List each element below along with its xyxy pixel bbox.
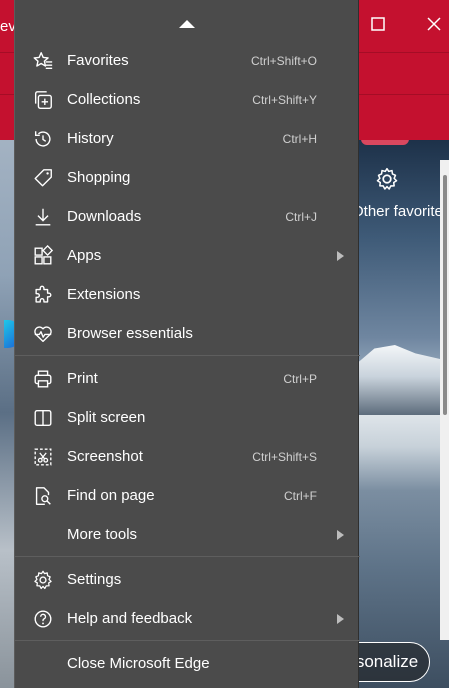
maximize-icon bbox=[371, 17, 385, 31]
menu-divider bbox=[15, 556, 360, 557]
menu-item-split-screen[interactable]: Split screen bbox=[15, 398, 360, 437]
menu-item-shopping[interactable]: Shopping bbox=[15, 158, 360, 197]
find-on-page-icon bbox=[31, 484, 55, 508]
menu-item-more-tools[interactable]: More tools bbox=[15, 515, 360, 554]
screenshot-icon bbox=[31, 445, 55, 469]
menu-item-shortcut: Ctrl+Shift+S bbox=[252, 449, 317, 464]
menu-item-label: Find on page bbox=[67, 487, 155, 504]
menu-item-print[interactable]: Print Ctrl+P bbox=[15, 359, 360, 398]
maximize-button[interactable] bbox=[360, 6, 396, 42]
menu-item-screenshot[interactable]: Screenshot Ctrl+Shift+S bbox=[15, 437, 360, 476]
menu-item-settings[interactable]: Settings bbox=[15, 560, 360, 599]
split-screen-icon bbox=[31, 406, 55, 430]
menu-item-apps[interactable]: Apps bbox=[15, 236, 360, 275]
download-icon bbox=[31, 205, 55, 229]
menu-item-close-microsoft-edge[interactable]: Close Microsoft Edge bbox=[15, 644, 360, 683]
menu-item-label: Extensions bbox=[67, 286, 141, 303]
menu-item-shortcut: Ctrl+J bbox=[285, 209, 317, 224]
gear-icon bbox=[376, 167, 398, 190]
menu-item-shortcut: Ctrl+H bbox=[282, 131, 317, 146]
settings-gear-icon bbox=[31, 568, 55, 592]
history-icon bbox=[31, 127, 55, 151]
menu-item-find-on-page[interactable]: Find on page Ctrl+F bbox=[15, 476, 360, 515]
menu-item-label: Close Microsoft Edge bbox=[67, 655, 210, 672]
submenu-arrow-icon bbox=[337, 613, 344, 624]
menu-item-label: Favorites bbox=[67, 52, 129, 69]
menu-item-shortcut: Ctrl+F bbox=[284, 488, 317, 503]
shopping-tag-icon bbox=[31, 166, 55, 190]
menu-item-label: Print bbox=[67, 370, 98, 387]
menu-item-collections[interactable]: Collections Ctrl+Shift+Y bbox=[15, 80, 360, 119]
submenu-arrow-icon bbox=[337, 250, 344, 261]
print-icon bbox=[31, 367, 55, 391]
extensions-puzzle-icon bbox=[31, 283, 55, 307]
page-settings-button[interactable] bbox=[370, 162, 404, 196]
menu-item-shortcut: Ctrl+Shift+Y bbox=[252, 92, 317, 107]
menu-item-help-and-feedback[interactable]: Help and feedback bbox=[15, 599, 360, 638]
close-icon bbox=[427, 17, 441, 31]
menu-item-shortcut: Ctrl+Shift+O bbox=[250, 53, 317, 68]
menu-item-label: Screenshot bbox=[67, 448, 143, 465]
menu-item-label: Settings bbox=[67, 571, 122, 588]
apps-icon bbox=[31, 244, 55, 268]
page-scrollbar-thumb[interactable] bbox=[443, 175, 447, 415]
menu-item-label: Help and feedback bbox=[67, 610, 193, 627]
menu-divider bbox=[15, 355, 360, 356]
menu-item-label: Apps bbox=[67, 247, 102, 264]
menu-item-label: Downloads bbox=[67, 208, 142, 225]
menu-item-shortcut: Ctrl+P bbox=[283, 371, 317, 386]
personalize-label: sonalize bbox=[355, 652, 419, 671]
collections-icon bbox=[31, 88, 55, 112]
window-close-button[interactable] bbox=[416, 6, 449, 42]
menu-item-favorites[interactable]: Favorites Ctrl+Shift+O bbox=[15, 41, 360, 80]
help-icon bbox=[31, 607, 55, 631]
menu-item-label: Split screen bbox=[67, 409, 146, 426]
menu-item-downloads[interactable]: Downloads Ctrl+J bbox=[15, 197, 360, 236]
menu-item-label: Browser essentials bbox=[67, 325, 193, 342]
menu-divider bbox=[15, 640, 360, 641]
menu-item-extensions[interactable]: Extensions bbox=[15, 275, 360, 314]
favorites-star-icon bbox=[31, 49, 55, 73]
menu-item-label: Collections bbox=[67, 91, 141, 108]
menu-item-browser-essentials[interactable]: Browser essentials bbox=[15, 314, 360, 353]
submenu-arrow-icon bbox=[337, 529, 344, 540]
menu-item-label: Shopping bbox=[67, 169, 131, 186]
menu-pointer-caret bbox=[179, 20, 195, 28]
menu-item-label: More tools bbox=[67, 526, 138, 543]
browser-essentials-heart-icon bbox=[31, 322, 55, 346]
settings-and-more-menu: Favorites Ctrl+Shift+O Collections Ctrl+… bbox=[14, 0, 360, 688]
other-favorites-link[interactable]: Other favorites bbox=[352, 203, 449, 220]
menu-item-label: History bbox=[67, 130, 114, 147]
menu-item-history[interactable]: History Ctrl+H bbox=[15, 119, 360, 158]
